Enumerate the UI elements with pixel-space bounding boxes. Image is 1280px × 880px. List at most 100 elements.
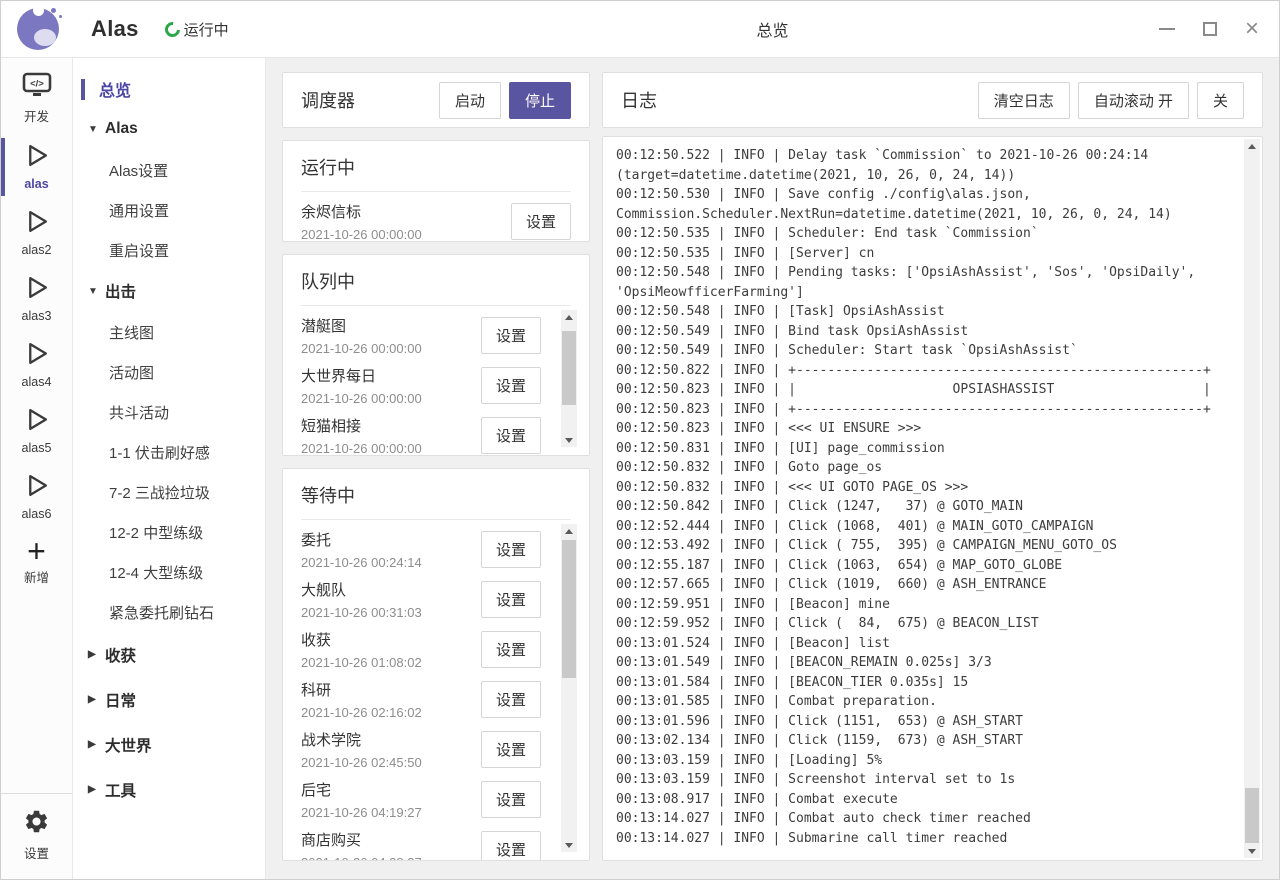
task-setting-button[interactable]: 设置 <box>481 681 541 718</box>
log-line: 00:12:50.548 | INFO | [Task] OpsiAshAssi… <box>616 302 1232 322</box>
log-line: 00:12:59.951 | INFO | [Beacon] mine <box>616 595 1232 615</box>
scrollbar-thumb[interactable] <box>1245 788 1259 843</box>
log-line: 00:12:50.832 | INFO | Goto page_os <box>616 458 1232 478</box>
task-setting-button[interactable]: 设置 <box>481 581 541 618</box>
stop-button[interactable]: 停止 <box>509 82 571 119</box>
scroll-up-arrow[interactable] <box>561 310 577 324</box>
scrollbar[interactable] <box>1244 139 1260 858</box>
rail-instance-label: alas4 <box>22 375 52 389</box>
menu-group[interactable]: ▶大世界 <box>73 722 265 767</box>
rail-instance-alas6[interactable]: alas6 <box>1 464 72 530</box>
window-controls: × <box>1159 22 1259 36</box>
task-setting-button[interactable]: 设置 <box>481 731 541 768</box>
task-name: 商店购买 <box>301 829 481 850</box>
start-button[interactable]: 启动 <box>439 82 501 119</box>
task-row: 大舰队 2021-10-26 00:31:03设置 <box>301 574 541 624</box>
rail-instance-alas5[interactable]: alas5 <box>1 398 72 464</box>
log-line: 00:12:50.823 | INFO | | OPSIASHASSIST | <box>616 380 1232 400</box>
app-window: Alas 运行中 总览 × </> 开发 alasalas2alas3alas4… <box>0 0 1280 880</box>
menu-item[interactable]: 主线图 <box>73 312 265 352</box>
menu-item[interactable]: 7-2 三战捡垃圾 <box>73 472 265 512</box>
menu-item-overview[interactable]: 总览 <box>81 70 265 108</box>
menu-group-label: 工具 <box>105 779 136 801</box>
scrollbar[interactable] <box>561 310 577 447</box>
rail-instance-alas[interactable]: alas <box>1 134 72 200</box>
task-row: 大世界每日2021-10-26 00:00:00设置 <box>301 360 541 410</box>
scroll-down-arrow[interactable] <box>561 433 577 447</box>
log-title: 日志 <box>621 87 657 113</box>
task-row: 余烬信标2021-10-26 00:00:00设置 <box>301 196 571 241</box>
menu-item[interactable]: 12-4 大型练级 <box>73 552 265 592</box>
menu-item[interactable]: 1-1 伏击刷好感 <box>73 432 265 472</box>
log-line: 00:13:01.549 | INFO | [BEACON_REMAIN 0.0… <box>616 653 1232 673</box>
task-setting-button[interactable]: 设置 <box>481 781 541 818</box>
scroll-up-arrow[interactable] <box>1244 139 1260 153</box>
svg-text:</>: </> <box>30 79 44 90</box>
rail-instance-label: alas <box>24 177 48 191</box>
scrollbar[interactable] <box>561 524 577 852</box>
chevron-right-icon: ▶ <box>88 739 105 750</box>
scrollbar-thumb[interactable] <box>562 540 576 678</box>
maximize-button[interactable] <box>1203 22 1217 36</box>
main-content: 调度器 启动 停止 运行中 余烬信标2021-10-26 00:00:00设置 … <box>266 58 1279 879</box>
chevron-right-icon: ▶ <box>88 649 105 660</box>
task-time: 2021-10-26 02:16:02 <box>301 705 481 720</box>
task-name: 大舰队 <box>301 579 481 600</box>
clear-log-button[interactable]: 清空日志 <box>978 82 1070 119</box>
scheduler-title: 调度器 <box>301 87 355 113</box>
chevron-right-icon: ▶ <box>88 694 105 705</box>
close-button[interactable]: × <box>1245 22 1259 36</box>
task-row: 委托2021-10-26 00:24:14设置 <box>301 524 541 574</box>
task-setting-button[interactable]: 设置 <box>481 531 541 568</box>
task-info: 大世界每日2021-10-26 00:00:00 <box>301 365 481 406</box>
task-time: 2021-10-26 00:31:03 <box>301 605 481 620</box>
menu-item[interactable]: 通用设置 <box>73 190 265 230</box>
menu-group[interactable]: ▶日常 <box>73 677 265 722</box>
rail-instance-alas3[interactable]: alas3 <box>1 266 72 332</box>
menu-item[interactable]: 活动图 <box>73 352 265 392</box>
pending-title: 队列中 <box>301 268 571 306</box>
log-line: 00:12:50.535 | INFO | Scheduler: End tas… <box>616 224 1232 244</box>
task-info: 短猫相接2021-10-26 00:00:00 <box>301 415 481 456</box>
menu-item[interactable]: 紧急委托刷钻石 <box>73 592 265 632</box>
rail-instance-alas4[interactable]: alas4 <box>1 332 72 398</box>
running-title: 运行中 <box>301 154 571 192</box>
menu-item[interactable]: 重启设置 <box>73 230 265 270</box>
log-line: 00:12:50.823 | INFO | <<< UI ENSURE >>> <box>616 419 1232 439</box>
task-row: 战术学院2021-10-26 02:45:50设置 <box>301 724 541 774</box>
run-status-label: 运行中 <box>184 19 229 40</box>
task-setting-button[interactable]: 设置 <box>481 417 541 454</box>
rail-instance-label: alas5 <box>22 441 52 455</box>
scrollbar-thumb[interactable] <box>562 331 576 405</box>
rail-instance-alas2[interactable]: alas2 <box>1 200 72 266</box>
play-icon <box>23 340 50 372</box>
scheduler-header-card: 调度器 启动 停止 <box>282 72 590 128</box>
autoscroll-on-button[interactable]: 自动滚动 开 <box>1078 82 1189 119</box>
running-card: 运行中 余烬信标2021-10-26 00:00:00设置 <box>282 140 590 242</box>
menu-item[interactable]: Alas设置 <box>73 150 265 190</box>
task-info: 后宅2021-10-26 04:19:27 <box>301 779 481 820</box>
minimize-button[interactable] <box>1159 28 1175 30</box>
task-time: 2021-10-26 02:45:50 <box>301 755 481 770</box>
rail-item-add[interactable]: + 新增 <box>1 530 72 595</box>
scroll-down-arrow[interactable] <box>561 838 577 852</box>
scroll-up-arrow[interactable] <box>561 524 577 538</box>
task-setting-button[interactable]: 设置 <box>481 631 541 668</box>
menu-group[interactable]: ▶收获 <box>73 632 265 677</box>
menu-group[interactable]: ▼出击 <box>73 270 265 312</box>
menu-group[interactable]: ▼Alas <box>73 108 265 150</box>
task-setting-button[interactable]: 设置 <box>511 203 571 240</box>
autoscroll-off-button[interactable]: 关 <box>1197 82 1244 119</box>
task-info: 商店购买2021-10-26 04:28:37 <box>301 829 481 861</box>
rail-item-dev[interactable]: </> 开发 <box>1 64 72 134</box>
plus-icon: + <box>27 538 46 564</box>
task-setting-button[interactable]: 设置 <box>481 367 541 404</box>
task-setting-button[interactable]: 设置 <box>481 317 541 354</box>
task-setting-button[interactable]: 设置 <box>481 831 541 861</box>
rail-item-settings[interactable]: 设置 <box>1 800 72 871</box>
menu-item[interactable]: 共斗活动 <box>73 392 265 432</box>
menu-item[interactable]: 12-2 中型练级 <box>73 512 265 552</box>
spinner-icon <box>162 18 183 39</box>
menu-group[interactable]: ▶工具 <box>73 767 265 812</box>
scroll-down-arrow[interactable] <box>1244 844 1260 858</box>
